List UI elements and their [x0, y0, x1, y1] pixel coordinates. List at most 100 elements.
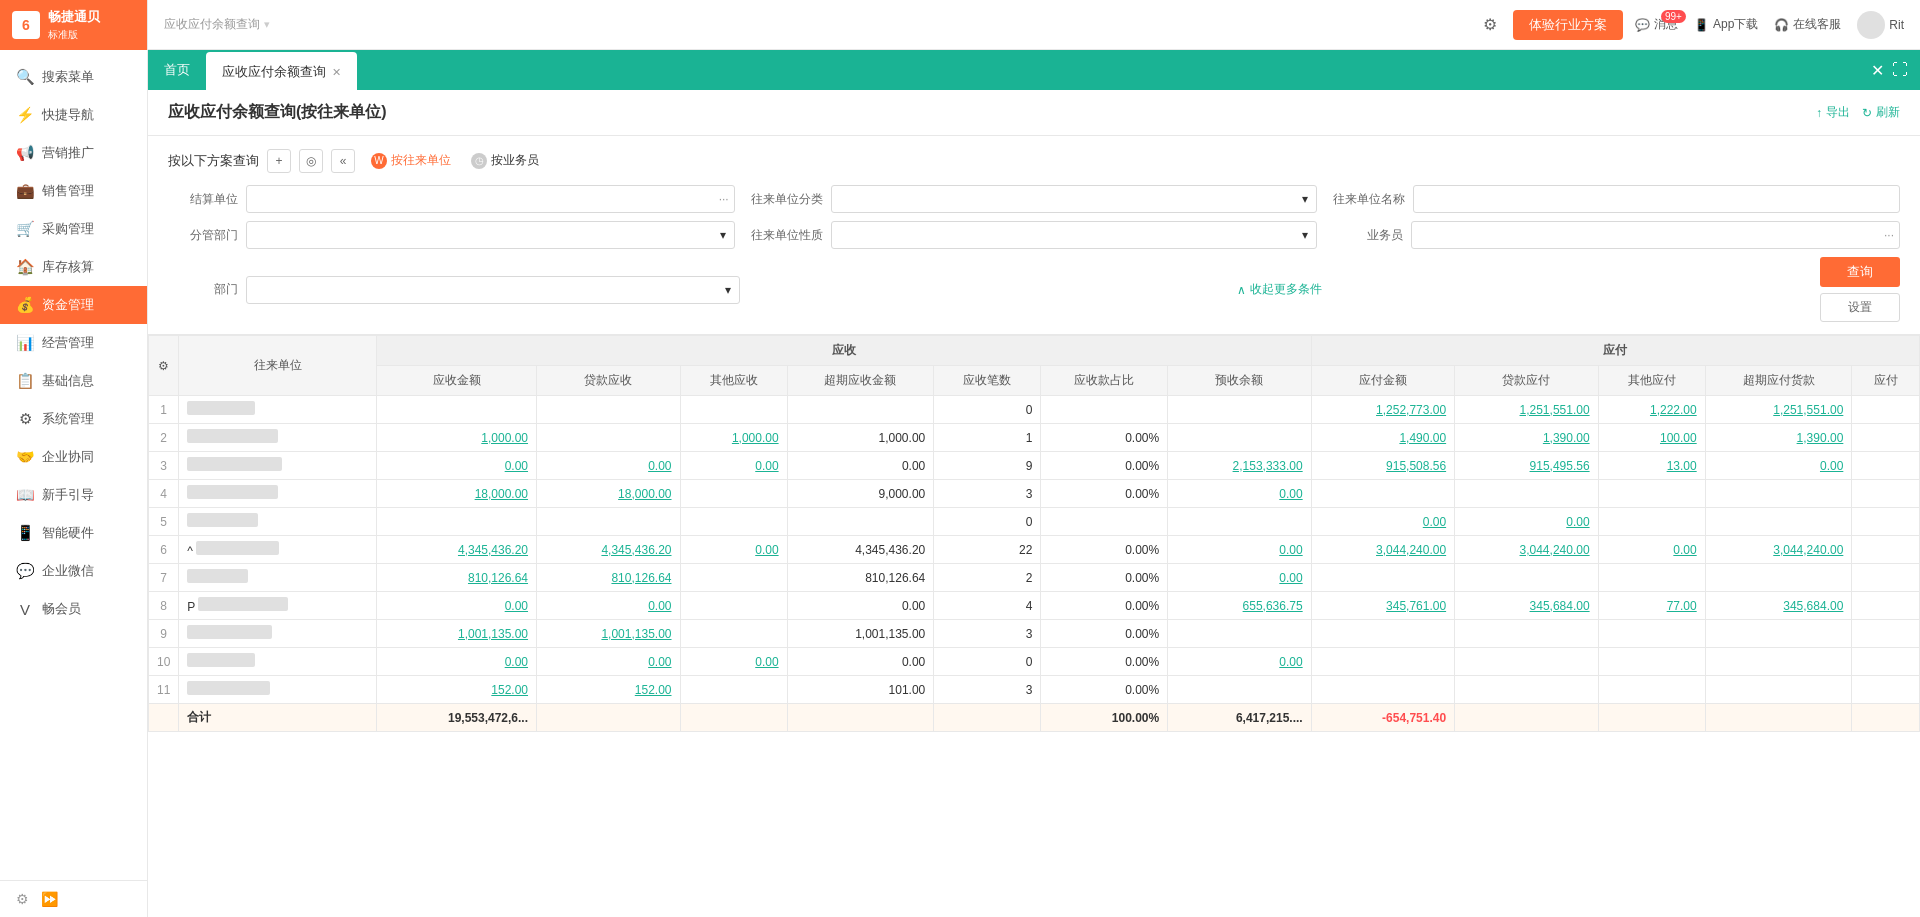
scheme-by-salesperson[interactable]: ◷ 按业务员: [463, 148, 547, 173]
partner-cell: [179, 452, 377, 480]
cell: [787, 508, 934, 536]
ar-count-cell: 4: [934, 592, 1041, 620]
sidebar-item-9[interactable]: ⚙系统管理: [0, 400, 147, 438]
row-num: 1: [149, 396, 179, 424]
ar-count-cell: 1: [934, 424, 1041, 452]
footer-ar-other: [680, 704, 787, 732]
sidebar-label-10: 企业协同: [42, 448, 94, 466]
filter-grid-row3: 部门 ▾ ∧ 收起更多条件 查询 设置: [168, 257, 1900, 322]
cell: 13.00: [1598, 452, 1705, 480]
th-ap-loan: 贷款应付: [1455, 366, 1598, 396]
sidebar-item-1[interactable]: ⚡快捷导航: [0, 96, 147, 134]
cell: [377, 396, 537, 424]
partner-name-field[interactable]: [1413, 185, 1900, 213]
tab-maximize-icon[interactable]: ⛶: [1892, 61, 1908, 79]
dept-manage-select[interactable]: ▾: [246, 221, 735, 249]
cell: [1705, 676, 1852, 704]
cell: [1852, 676, 1920, 704]
sidebar-item-2[interactable]: 📢营销推广: [0, 134, 147, 172]
table-row: 6 ^ 4,345,436.20 4,345,436.20 0.00 4,345…: [149, 536, 1920, 564]
filter-dept-manage: 分管部门 ▾: [168, 221, 735, 249]
sidebar-item-5[interactable]: 🏠库存核算: [0, 248, 147, 286]
user-menu[interactable]: Rit: [1857, 11, 1904, 39]
sidebar-item-0[interactable]: 🔍搜索菜单: [0, 58, 147, 96]
filter-collapse-btn[interactable]: «: [331, 149, 355, 173]
message-button[interactable]: 💬 消息 99+: [1635, 16, 1678, 33]
tab-home[interactable]: 首页: [148, 50, 206, 90]
ar-pct-cell: 0.00%: [1041, 536, 1168, 564]
footer-ap-other: [1598, 704, 1705, 732]
table-row: 2 1,000.00 1,000.00 1,000.00 1 0.00% 1,4…: [149, 424, 1920, 452]
partner-cell: P: [179, 592, 377, 620]
sidebar-icon-9: ⚙: [16, 410, 34, 428]
filter-partner-category: 往来单位分类 ▾: [751, 185, 1318, 213]
topbar-breadcrumb: 应收应付余额查询 ▾: [164, 16, 1471, 33]
sidebar-item-4[interactable]: 🛒采购管理: [0, 210, 147, 248]
ar-count-cell: 3: [934, 620, 1041, 648]
table-row: 4 18,000.00 18,000.00 9,000.00 3 0.00% 0…: [149, 480, 1920, 508]
th-settings[interactable]: ⚙: [149, 336, 179, 396]
partner-cell: [179, 424, 377, 452]
sidebar-item-7[interactable]: 📊经营管理: [0, 324, 147, 362]
filter-grid-row1: 结算单位 ··· 往来单位分类 ▾ 往来单位: [168, 185, 1900, 213]
sidebar-item-6[interactable]: 💰资金管理: [0, 286, 147, 324]
tab-close-window-icon[interactable]: ✕: [1871, 61, 1884, 80]
tab-bar: 首页 应收应付余额查询 ✕ ✕ ⛶: [148, 50, 1920, 90]
dept-select[interactable]: ▾: [246, 276, 740, 304]
collapse-footer-icon[interactable]: ⏩: [41, 891, 58, 907]
settings-icon[interactable]: ⚙: [1483, 15, 1497, 34]
filter-edit-btn[interactable]: ◎: [299, 149, 323, 173]
sidebar-item-12[interactable]: 📱智能硬件: [0, 514, 147, 552]
online-service-button[interactable]: 🎧 在线客服: [1774, 16, 1841, 33]
scheme-by-partner[interactable]: W 按往来单位: [363, 148, 459, 173]
sidebar-item-14[interactable]: V畅会员: [0, 590, 147, 628]
promo-button[interactable]: 体验行业方案: [1513, 10, 1623, 40]
settings-footer-icon[interactable]: ⚙: [16, 891, 29, 907]
export-button[interactable]: ↑ 导出: [1816, 104, 1850, 121]
cell: [1852, 564, 1920, 592]
page-header: 应收应付余额查询(按往来单位) ↑ 导出 ↻ 刷新: [148, 90, 1920, 136]
topbar-actions: ⚙ 体验行业方案: [1483, 10, 1623, 40]
ar-count-cell: 3: [934, 676, 1041, 704]
salesperson-field[interactable]: [1411, 221, 1900, 249]
cell: [1168, 676, 1311, 704]
cell: 1,000.00: [787, 424, 934, 452]
row-num: 4: [149, 480, 179, 508]
refresh-button[interactable]: ↻ 刷新: [1862, 104, 1900, 121]
salesperson-input-wrap: ···: [1411, 221, 1900, 249]
filter-dept: 部门 ▾: [168, 276, 740, 304]
sidebar-item-8[interactable]: 📋基础信息: [0, 362, 147, 400]
service-icon: 🎧: [1774, 18, 1789, 32]
sidebar-item-11[interactable]: 📖新手引导: [0, 476, 147, 514]
query-button[interactable]: 查询: [1820, 257, 1900, 287]
filter-more-btn[interactable]: ∧ 收起更多条件: [1231, 275, 1328, 304]
cell: 0.00: [1168, 648, 1311, 676]
salesperson-dots-icon[interactable]: ···: [1884, 228, 1894, 242]
ar-count-cell: 9: [934, 452, 1041, 480]
filter-add-btn[interactable]: +: [267, 149, 291, 173]
settlement-unit-field[interactable]: [246, 185, 735, 213]
cell: [1311, 620, 1454, 648]
sidebar-item-13[interactable]: 💬企业微信: [0, 552, 147, 590]
sidebar-label-4: 采购管理: [42, 220, 94, 238]
tab-receivable[interactable]: 应收应付余额查询 ✕: [206, 52, 357, 92]
sidebar-icon-5: 🏠: [16, 258, 34, 276]
partner-name: [196, 541, 279, 555]
partner-category-select[interactable]: ▾: [831, 185, 1318, 213]
cell: 100.00: [1598, 424, 1705, 452]
sidebar-label-7: 经营管理: [42, 334, 94, 352]
footer-ap-loan: [1455, 704, 1598, 732]
scheme-salesperson-label: 按业务员: [491, 152, 539, 169]
setting-button[interactable]: 设置: [1820, 293, 1900, 322]
sidebar-item-10[interactable]: 🤝企业协同: [0, 438, 147, 476]
partner-cell: [179, 676, 377, 704]
settlement-unit-dots-icon[interactable]: ···: [719, 192, 729, 206]
partner-nature-select[interactable]: ▾: [831, 221, 1318, 249]
sidebar-item-3[interactable]: 💼销售管理: [0, 172, 147, 210]
tab-close-icon[interactable]: ✕: [332, 66, 341, 79]
cell: 1,252,773.00: [1311, 396, 1454, 424]
ar-count-cell: 0: [934, 648, 1041, 676]
cell: 0.00: [537, 592, 680, 620]
cell: 1,000.00: [680, 424, 787, 452]
app-download-button[interactable]: 📱 App下载: [1694, 16, 1758, 33]
